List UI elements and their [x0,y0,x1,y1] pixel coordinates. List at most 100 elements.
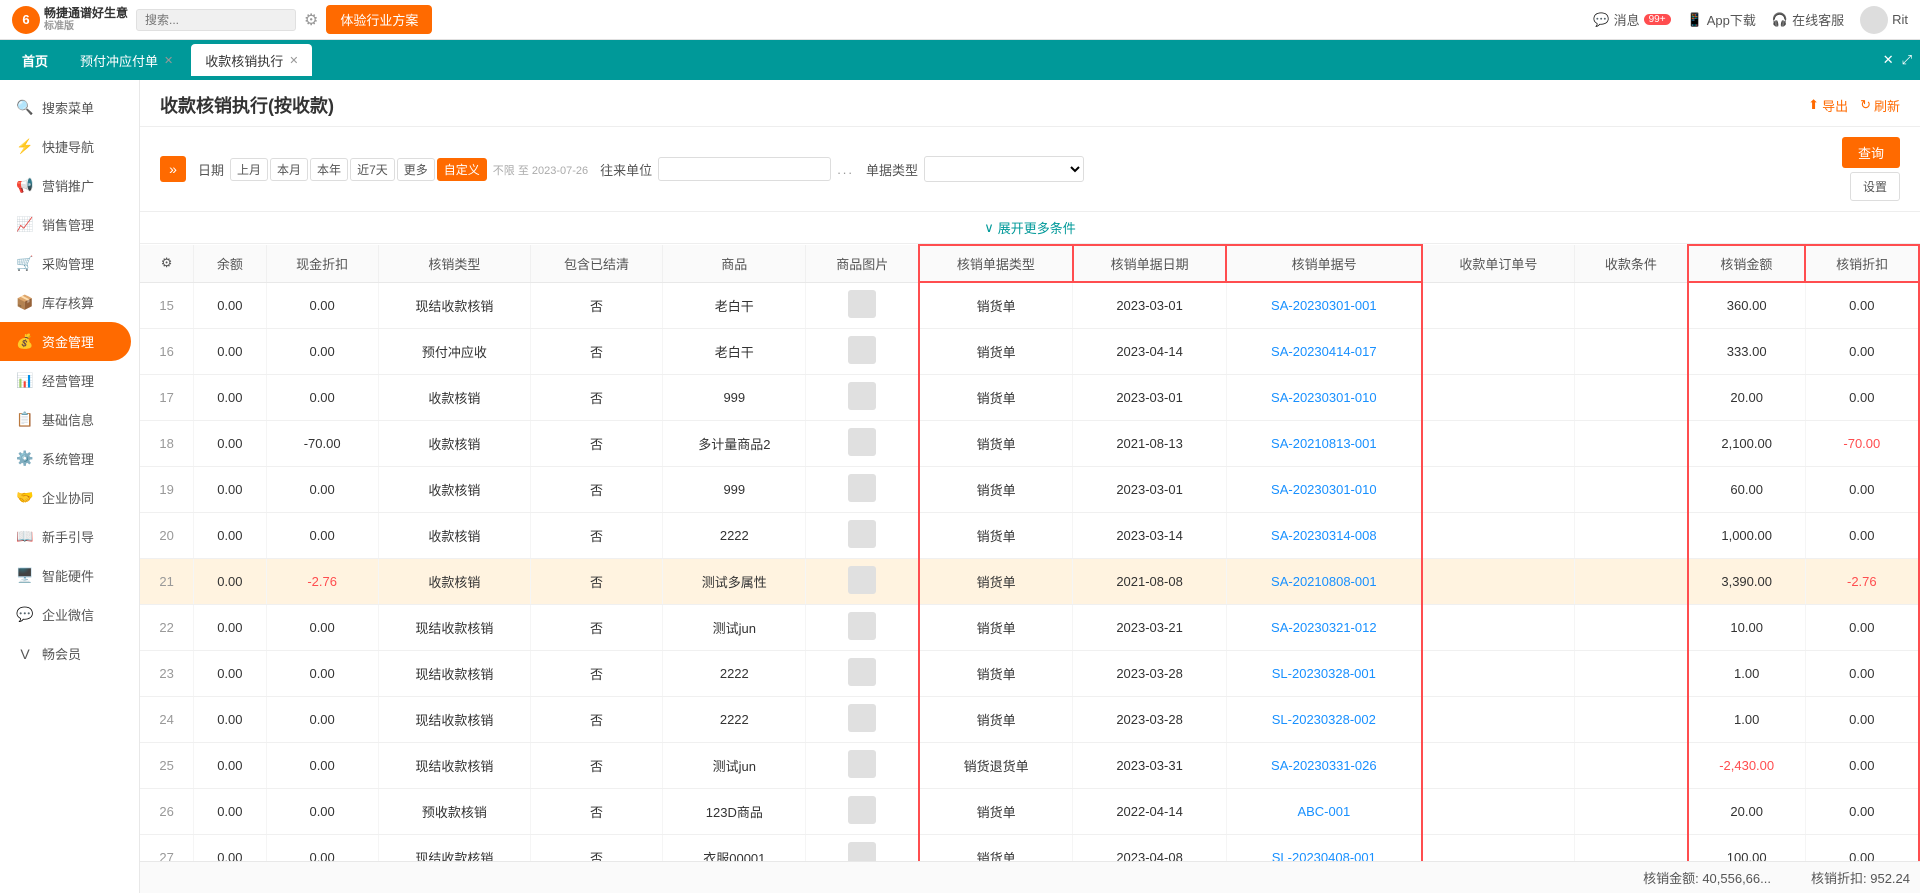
cell-include-settled: 否 [530,466,662,512]
sidebar-item-inventory[interactable]: 📦 库存核算 [0,283,139,322]
cell-balance: 0.00 [194,650,266,696]
cell-goods-img [806,282,919,328]
btn-more[interactable]: 更多 [397,158,435,181]
search-input[interactable] [136,9,296,31]
filter-date-group: 日期 上月 本月 本年 近7天 更多 自定义 不限 至 2023-07-26 [198,158,588,181]
bill-no-link[interactable]: SA-20230301-010 [1271,390,1377,405]
window-maximize-icon[interactable]: ⤢ [1902,52,1912,68]
btn-this-year[interactable]: 本年 [310,158,348,181]
cell-row-num: 24 [140,696,194,742]
cell-receipt-order-no [1422,788,1575,834]
cell-cancel-bill-type: 销货单 [919,328,1073,374]
cell-cash-discount: 0.00 [266,282,378,328]
cell-row-num: 25 [140,742,194,788]
bill-no-link[interactable]: SL-20230328-001 [1272,666,1376,681]
cell-cancel-type: 现结收款核销 [378,834,530,861]
from-unit-input[interactable] [658,157,831,181]
btn-last-month[interactable]: 上月 [230,158,268,181]
cell-cash-discount: -70.00 [266,420,378,466]
table-row: 21 0.00 -2.76 收款核销 否 测试多属性 销货单 2021-08-0… [140,558,1919,604]
from-unit-dots[interactable]: ... [837,162,854,177]
gear-icon[interactable]: ⚙ [304,10,318,30]
cell-goods: 999 [663,374,806,420]
cell-cancel-bill-no: SA-20210808-001 [1226,558,1421,604]
bill-no-link[interactable]: SA-20230301-001 [1271,298,1377,313]
cell-balance: 0.00 [194,466,266,512]
sidebar-item-quick-nav[interactable]: ⚡ 快捷导航 [0,127,139,166]
brand-name: 畅捷通谱好生意 [44,6,128,20]
sidebar-item-system[interactable]: ⚙️ 系统管理 [0,439,139,478]
expand-more-btn[interactable]: ∨ 展开更多条件 [984,218,1076,237]
cell-balance: 0.00 [194,374,266,420]
online-service-btn[interactable]: 🎧 在线客服 [1772,10,1844,29]
sidebar-item-beginner[interactable]: 📖 新手引导 [0,517,139,556]
sidebar-item-operation[interactable]: 📊 经营管理 [0,361,139,400]
sidebar-item-finance[interactable]: 💰 资金管理 [0,322,131,361]
app-download-btn[interactable]: 📱 App下载 [1687,10,1756,29]
cell-row-num: 22 [140,604,194,650]
sidebar-item-purchase[interactable]: 🛒 采购管理 [0,244,139,283]
cell-row-num: 17 [140,374,194,420]
cell-cancel-bill-type: 销货单 [919,834,1073,861]
bill-no-link[interactable]: SA-20210808-001 [1271,574,1377,589]
bill-no-link[interactable]: SL-20230408-001 [1272,850,1376,862]
sidebar-item-basic-info[interactable]: 📋 基础信息 [0,400,139,439]
bill-no-link[interactable]: SA-20230321-012 [1271,620,1377,635]
sidebar-item-marketing[interactable]: 📢 营销推广 [0,166,139,205]
sidebar-item-weixin[interactable]: 💬 企业微信 [0,595,139,634]
query-btn[interactable]: 查询 [1842,137,1900,168]
filter-expand-btn[interactable]: » [160,156,186,182]
btn-last7[interactable]: 近7天 [350,158,395,181]
btn-this-month[interactable]: 本月 [270,158,308,181]
sidebar-item-sales[interactable]: 📈 销售管理 [0,205,139,244]
bill-no-link[interactable]: SA-20210813-001 [1271,436,1377,451]
bill-no-link[interactable]: SL-20230328-002 [1272,712,1376,727]
expand-icon: ∨ [984,220,994,236]
cell-goods-img [806,512,919,558]
data-table-container: ⚙ 余额 现金折扣 核销类型 包含已结清 商品 商品图片 核销单据类型 核销单据… [140,244,1920,861]
th-gear[interactable]: ⚙ [140,245,194,282]
bill-type-label: 单据类型 [866,160,918,179]
cell-include-settled: 否 [530,420,662,466]
cell-cash-discount: 0.00 [266,788,378,834]
user-avatar[interactable]: Rit [1860,6,1908,34]
tab-prepay[interactable]: 预付冲应付单 ✕ [66,44,187,76]
cell-cancel-amount: 100.00 [1688,834,1805,861]
sidebar-item-vip[interactable]: V 畅会员 [0,634,139,673]
sidebar-item-search[interactable]: 🔍 搜索菜单 [0,88,139,127]
window-close-icon[interactable]: ✕ [1883,52,1894,68]
cell-cancel-amount: 2,100.00 [1688,420,1805,466]
sidebar-item-smart-hw[interactable]: 🖥️ 智能硬件 [0,556,139,595]
sidebar-item-corp-collab[interactable]: 🤝 企业协同 [0,478,139,517]
tab-home[interactable]: 首页 [8,44,62,76]
export-btn[interactable]: ⬆ 导出 [1808,96,1848,115]
bill-no-link[interactable]: SA-20230301-010 [1271,482,1377,497]
cell-cancel-amount: 1.00 [1688,650,1805,696]
bill-no-link[interactable]: SA-20230331-026 [1271,758,1377,773]
cell-row-num: 18 [140,420,194,466]
top-bar: 6 畅捷通谱好生意 标准版 ⚙ 体验行业方案 💬 消息 99+ 📱 App下载 … [0,0,1920,40]
cell-include-settled: 否 [530,558,662,604]
cell-cash-discount: 0.00 [266,512,378,558]
message-btn[interactable]: 💬 消息 99+ [1593,10,1670,29]
service-icon: 🎧 [1772,12,1788,28]
table-row: 23 0.00 0.00 现结收款核销 否 2222 销货单 2023-03-2… [140,650,1919,696]
refresh-btn[interactable]: ↻ 刷新 [1860,96,1900,115]
filter-bill-type-group: 单据类型 [866,156,1084,182]
app-icon: 📱 [1687,12,1703,28]
cell-cancel-bill-no: SA-20230331-026 [1226,742,1421,788]
close-tab-prepay[interactable]: ✕ [164,54,173,67]
bill-no-link[interactable]: SA-20230314-008 [1271,528,1377,543]
bill-no-link[interactable]: SA-20230414-017 [1271,344,1377,359]
bill-no-link[interactable]: ABC-001 [1297,804,1350,819]
settings-btn[interactable]: 设置 [1850,172,1900,201]
bill-type-select[interactable] [924,156,1084,182]
close-tab-receipt[interactable]: ✕ [289,54,298,67]
filter-bar-right: 查询 设置 [1842,137,1900,201]
trial-btn[interactable]: 体验行业方案 [326,5,432,34]
cell-cancel-type: 预付冲应收 [378,328,530,374]
th-cancel-bill-date: 核销单据日期 [1073,245,1227,282]
cell-receipt-order-no [1422,650,1575,696]
btn-custom[interactable]: 自定义 [437,158,487,181]
tab-receipt-cancel[interactable]: 收款核销执行 ✕ [191,44,312,76]
